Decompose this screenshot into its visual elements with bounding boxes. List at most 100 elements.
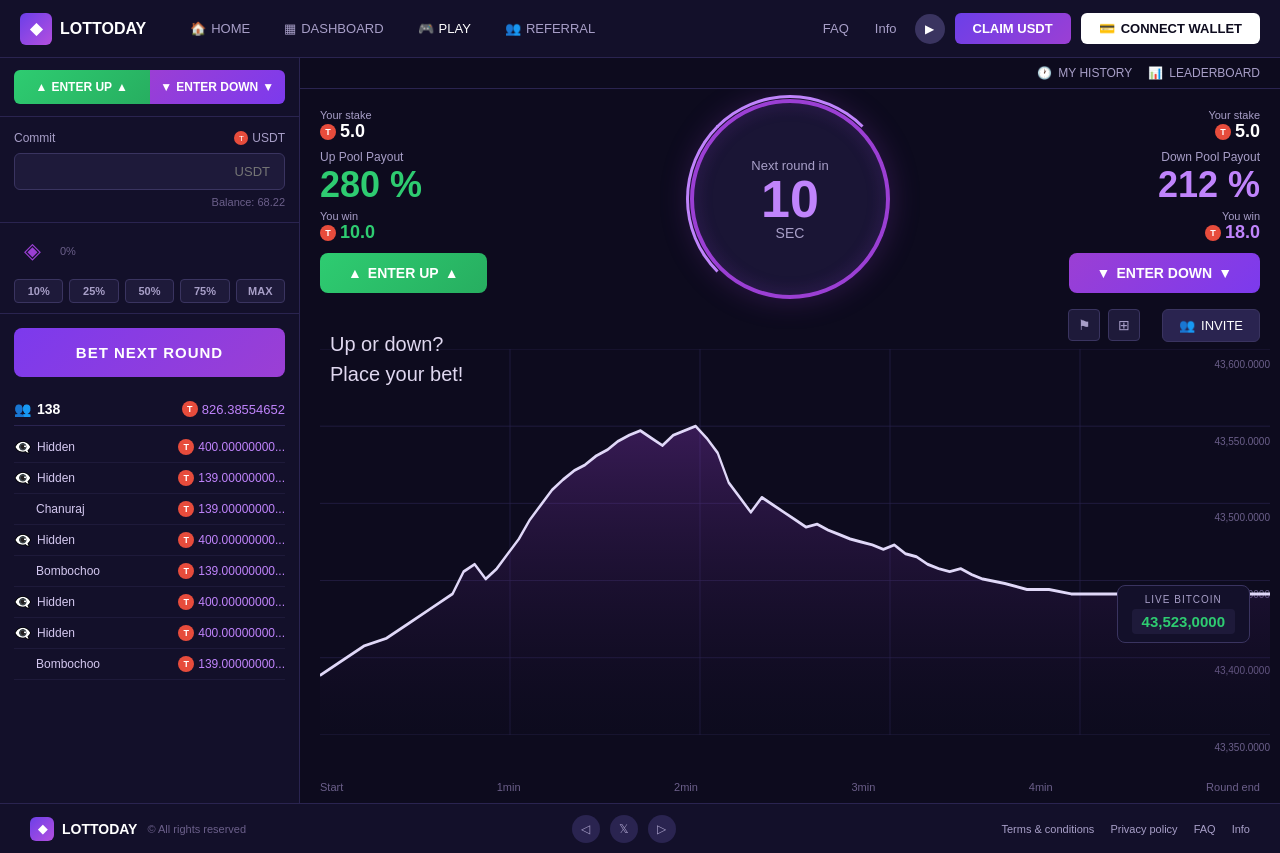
wallet-icon: 💳 (1099, 21, 1115, 36)
bet-next-round-button[interactable]: BET NEXT ROUND (14, 328, 285, 377)
logo[interactable]: ◆ LOTTODAY (20, 13, 146, 45)
nav-play[interactable]: 🎮 PLAY (404, 15, 485, 42)
left-panel: ▲ ENTER UP ▲ ▼ ENTER DOWN ▼ Commit T USD… (0, 58, 300, 803)
nav-referral[interactable]: 👥 REFERRAL (491, 15, 609, 42)
live-bitcoin-label: LIVE BITCOIN (1132, 594, 1235, 605)
connect-wallet-button[interactable]: 💳 CONNECT WALLET (1081, 13, 1260, 44)
telegram-button[interactable]: ◁ (572, 815, 600, 843)
down-stake-value: T 5.0 (1069, 121, 1260, 142)
enter-up-game-button[interactable]: ▲ ENTER UP ▲ (320, 253, 487, 293)
bet-line2: Place your bet! (330, 359, 463, 389)
tron-icon: T (178, 470, 194, 486)
info-footer-link[interactable]: Info (1232, 823, 1250, 835)
zero-pct-label: 0% (60, 245, 76, 257)
down-arrow-icon: ▼ (160, 80, 172, 94)
nav-dashboard[interactable]: ▦ DASHBOARD (270, 15, 397, 42)
flag-chart-button[interactable]: ⚑ (1068, 309, 1100, 341)
nav-right: FAQ Info ▶ CLAIM USDT 💳 CONNECT WALLET (815, 13, 1260, 44)
footer-links: Terms & conditions Privacy policy FAQ In… (1001, 823, 1250, 835)
participant-amount: T 139.00000000... (178, 563, 285, 579)
terms-link[interactable]: Terms & conditions (1001, 823, 1094, 835)
usdt-input[interactable] (14, 153, 285, 190)
pct-10-button[interactable]: 10% (14, 279, 63, 303)
down-you-win-value: T 18.0 (1069, 222, 1260, 243)
play-circle-btn[interactable]: ▶ (915, 14, 945, 44)
up-arrow-icon: ▲ (36, 80, 48, 94)
participant-amount: T 400.00000000... (178, 532, 285, 548)
enter-down-button[interactable]: ▼ ENTER DOWN ▼ (150, 70, 286, 104)
tron-icon: T (234, 131, 248, 145)
tron-icon: T (178, 625, 194, 641)
right-top-bar: 🕐 MY HISTORY 📊 LEADERBOARD (300, 58, 1280, 89)
down-btn-icon2: ▼ (1218, 265, 1232, 281)
list-item: 👁‍🗨 Hidden T 400.00000000... (14, 618, 285, 649)
list-item: 👁‍🗨 Hidden T 139.00000000... (14, 463, 285, 494)
faq-footer-link[interactable]: FAQ (1194, 823, 1216, 835)
invite-button[interactable]: 👥 INVITE (1162, 309, 1260, 342)
up-pool-label: Up Pool Payout (320, 150, 487, 164)
up-pool-pct: 280 % (320, 164, 487, 206)
participant-amount: T 400.00000000... (178, 594, 285, 610)
tron-icon: T (178, 563, 194, 579)
participant-amount: T 139.00000000... (178, 656, 285, 672)
pct-75-button[interactable]: 75% (180, 279, 229, 303)
referral-icon: 👥 (505, 21, 521, 36)
footer-logo: ◆ LOTTODAY (30, 817, 137, 841)
list-item: 👁‍🗨 Hidden T 400.00000000... (14, 587, 285, 618)
up-btn-icon2: ▲ (445, 265, 459, 281)
faq-link[interactable]: FAQ (815, 17, 857, 40)
main-layout: ▲ ENTER UP ▲ ▼ ENTER DOWN ▼ Commit T USD… (0, 58, 1280, 803)
nav-home[interactable]: 🏠 HOME (176, 15, 264, 42)
claim-usdt-button[interactable]: CLAIM USDT (955, 13, 1071, 44)
hidden-icon: 👁‍🗨 (14, 439, 31, 455)
hidden-icon: 👁‍🗨 (14, 594, 31, 610)
twitter-button[interactable]: 𝕏 (610, 815, 638, 843)
enter-down-game-button[interactable]: ▼ ENTER DOWN ▼ (1069, 253, 1260, 293)
up-arrow2-icon: ▲ (116, 80, 128, 94)
participant-name: 👁‍🗨 Hidden (14, 594, 75, 610)
timer-unit: SEC (776, 225, 805, 241)
percentage-buttons-row: 10% 25% 50% 75% MAX (14, 279, 285, 303)
timer-ring: Next round in 10 SEC (690, 99, 890, 299)
pct-25-button[interactable]: 25% (69, 279, 118, 303)
commit-section: Commit T USDT Balance: 68.22 (0, 117, 299, 223)
invite-icon: 👥 (1179, 318, 1195, 333)
down-pool-pct: 212 % (1069, 164, 1260, 206)
info-link[interactable]: Info (867, 17, 905, 40)
participant-name: 👁‍🗨 Hidden (14, 532, 75, 548)
game-area: Your stake T 5.0 Up Pool Payout 280 % Yo… (300, 89, 1280, 803)
pct-max-button[interactable]: MAX (236, 279, 285, 303)
grid-chart-button[interactable]: ⊞ (1108, 309, 1140, 341)
enter-up-button[interactable]: ▲ ENTER UP ▲ (14, 70, 150, 104)
privacy-link[interactable]: Privacy policy (1110, 823, 1177, 835)
timer-container: Next round in 10 SEC (690, 99, 890, 299)
list-item: Bombochoo T 139.00000000... (14, 649, 285, 680)
right-panel: 🕐 MY HISTORY 📊 LEADERBOARD Your stake T … (300, 58, 1280, 803)
percentage-section: ◈ 0% 10% 25% 50% 75% MAX (0, 223, 299, 314)
brand-name: LOTTODAY (60, 20, 146, 38)
list-item: Bombochoo T 139.00000000... (14, 556, 285, 587)
tron-icon: T (178, 532, 194, 548)
live-bitcoin-value: 43,523,0000 (1132, 609, 1235, 634)
footer-copyright: © All rights reserved (147, 823, 246, 835)
participant-name: Bombochoo (14, 657, 100, 671)
discord-button[interactable]: ▷ (648, 815, 676, 843)
leaderboard-button[interactable]: 📊 LEADERBOARD (1148, 66, 1260, 80)
history-icon: 🕐 (1037, 66, 1052, 80)
pct-50-button[interactable]: 50% (125, 279, 174, 303)
my-history-button[interactable]: 🕐 MY HISTORY (1037, 66, 1132, 80)
list-item: Chanuraj T 139.00000000... (14, 494, 285, 525)
participants-total: T 826.38554652 (182, 401, 285, 417)
hidden-icon: 👁‍🗨 (14, 625, 31, 641)
bet-buttons-row: ▲ ENTER UP ▲ ▼ ENTER DOWN ▼ (0, 58, 299, 117)
participants-section: 👥 138 T 826.38554652 👁‍🗨 Hidden T 400.00… (0, 391, 299, 803)
tron-total-icon: T (182, 401, 198, 417)
dashboard-icon: ▦ (284, 21, 296, 36)
participants-icon: 👥 (14, 401, 31, 417)
tron-down-win-icon: T (1205, 225, 1221, 241)
down-arrow2-icon: ▼ (262, 80, 274, 94)
hidden-icon: 👁‍🗨 (14, 470, 31, 486)
timer-label: Next round in (751, 158, 828, 173)
leaderboard-icon: 📊 (1148, 66, 1163, 80)
participant-amount: T 139.00000000... (178, 501, 285, 517)
